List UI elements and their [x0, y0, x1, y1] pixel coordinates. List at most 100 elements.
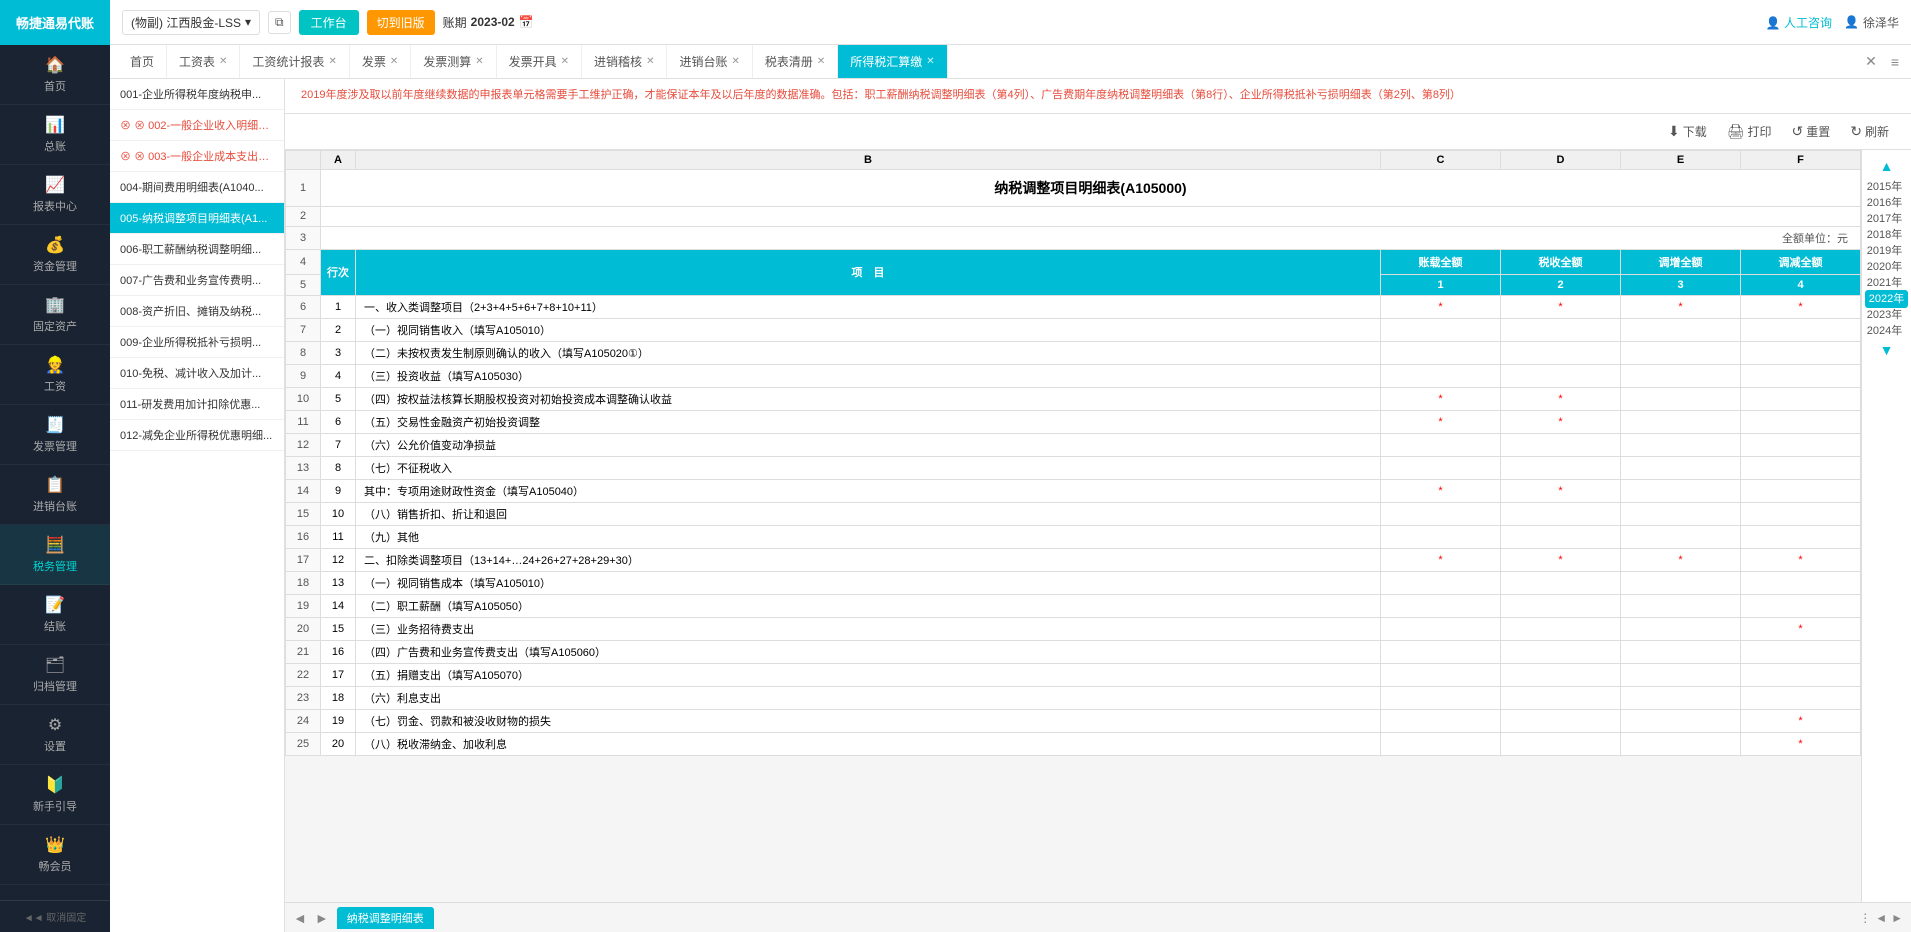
- year-btn-4[interactable]: 2019年: [1865, 242, 1904, 260]
- close-tab-button[interactable]: ✕: [1861, 53, 1881, 70]
- year-btn-8[interactable]: 2023年: [1865, 306, 1904, 324]
- table-row[interactable]: 16 11 （九）其他: [286, 525, 1861, 548]
- tab-invoice-close[interactable]: ✕: [390, 56, 398, 67]
- tab-income-tax-close[interactable]: ✕: [926, 56, 934, 67]
- table-row[interactable]: 21 16 （四）广告费和业务宣传费支出（填写A105060）: [286, 640, 1861, 663]
- sidebar-item-purchase-sales[interactable]: 📋 进销台账: [0, 465, 110, 525]
- sheet-nav-right[interactable]: ►: [315, 910, 329, 926]
- tab-check-close[interactable]: ✕: [646, 56, 654, 67]
- sidebar-item-settings[interactable]: ⚙ 设置: [0, 705, 110, 765]
- scroll-right[interactable]: ►: [1891, 911, 1903, 925]
- sidebar-item-finance[interactable]: 💰 资金管理: [0, 225, 110, 285]
- support-link[interactable]: 👤 人工咨询: [1766, 14, 1832, 31]
- tab-income-tax[interactable]: 所得税汇算缴 ✕: [838, 45, 947, 78]
- reset-button[interactable]: ↺ 重置: [1786, 120, 1837, 143]
- year-down-button[interactable]: ▼: [1880, 342, 1894, 358]
- table-row[interactable]: 6 1 一、收入类调整项目（2+3+4+5+6+7+8+10+11） * * *…: [286, 295, 1861, 318]
- scroll-left[interactable]: ◄: [1875, 911, 1887, 925]
- sidebar-item-assets[interactable]: 🏢 固定资产: [0, 285, 110, 345]
- sidebar-item-closing[interactable]: 📝 结账: [0, 585, 110, 645]
- left-panel-item-9[interactable]: 010-免税、减计收入及加计...: [110, 358, 284, 389]
- table-row[interactable]: 10 5 （四）按权益法核算长期股权投资对初始投资成本调整确认收益 * *: [286, 387, 1861, 410]
- left-panel-item-11[interactable]: 012-减免企业所得税优惠明细...: [110, 420, 284, 451]
- table-row[interactable]: 13 8 （七）不征税收入: [286, 456, 1861, 479]
- table-row[interactable]: 9 4 （三）投资收益（填写A105030）: [286, 364, 1861, 387]
- year-btn-9[interactable]: 2024年: [1865, 322, 1904, 340]
- refresh-button[interactable]: ↻ 刷新: [1844, 120, 1895, 143]
- warning-bar: 2019年度涉及取以前年度继续数据的申报表单元格需要手工维护正确，才能保证本年及…: [285, 79, 1911, 114]
- sheet-main[interactable]: A B C D E F 1 纳税调整项目明细表(A105000)23 全额单位：…: [285, 150, 1861, 902]
- left-panel-item-4[interactable]: 005-纳税调整项目明细表(A1...: [110, 203, 284, 234]
- sheet-container: A B C D E F 1 纳税调整项目明细表(A105000)23 全额单位：…: [285, 150, 1911, 902]
- left-panel-item-6[interactable]: 007-广告费和业务宣传费明...: [110, 265, 284, 296]
- year-up-button[interactable]: ▲: [1880, 158, 1894, 174]
- tab-invoice-open[interactable]: 发票开具 ✕: [497, 45, 582, 78]
- year-btn-7[interactable]: 2022年: [1865, 290, 1908, 308]
- tab-check[interactable]: 进销稽核 ✕: [582, 45, 667, 78]
- tab-invoice-open-close[interactable]: ✕: [561, 56, 569, 67]
- sidebar-item-archive[interactable]: 🗂 归档管理: [0, 645, 110, 705]
- tab-home[interactable]: 首页: [118, 45, 167, 78]
- left-panel-item-2[interactable]: ⊗ 003-一般企业成本支出明细...: [110, 141, 284, 172]
- sidebar-item-salary[interactable]: 👷 工资: [0, 345, 110, 405]
- table-row[interactable]: 24 19 （七）罚金、罚款和被没收财物的损失 *: [286, 709, 1861, 732]
- left-panel-item-5[interactable]: 006-职工薪酬纳税调整明细...: [110, 234, 284, 265]
- table-row[interactable]: 14 9 其中：专项用途财政性资金（填写A105040） * *: [286, 479, 1861, 502]
- sidebar-item-home[interactable]: 🏠 首页: [0, 45, 110, 105]
- tab-tax-table-close[interactable]: ✕: [817, 56, 825, 67]
- sidebar-item-invoice[interactable]: 🧾 发票管理: [0, 405, 110, 465]
- year-btn-6[interactable]: 2021年: [1865, 274, 1904, 292]
- year-btn-1[interactable]: 2016年: [1865, 194, 1904, 212]
- table-row[interactable]: 11 6 （五）交易性金融资产初始投资调整 * *: [286, 410, 1861, 433]
- left-panel-item-8[interactable]: 009-企业所得税抵补亏损明...: [110, 327, 284, 358]
- period-calendar-icon[interactable]: 📅: [519, 15, 534, 29]
- sheet-scroll-area: ⋮ ◄ ►: [1859, 911, 1903, 925]
- table-row[interactable]: 23 18 （六）利息支出: [286, 686, 1861, 709]
- unpin-button[interactable]: ◄◄ 取消固定: [0, 900, 110, 932]
- year-btn-2[interactable]: 2017年: [1865, 210, 1904, 228]
- year-btn-5[interactable]: 2020年: [1865, 258, 1904, 276]
- switch-button[interactable]: 切到旧版: [367, 10, 435, 35]
- workbench-button[interactable]: 工作台: [299, 10, 359, 35]
- table-row[interactable]: 22 17 （五）捐赠支出（填写A105070）: [286, 663, 1861, 686]
- table-row[interactable]: 15 10 （八）销售折扣、折让和退回: [286, 502, 1861, 525]
- sidebar-item-tax[interactable]: 🧮 税务管理: [0, 525, 110, 585]
- sidebar-item-vip[interactable]: 👑 畅会员: [0, 825, 110, 885]
- left-panel-item-10[interactable]: 011-研发费用加计扣除优惠...: [110, 389, 284, 420]
- left-panel-item-0[interactable]: 001-企业所得税年度纳税申...: [110, 79, 284, 110]
- table-row[interactable]: 25 20 （八）税收滞纳金、加收利息 *: [286, 732, 1861, 755]
- sidebar-item-ledger[interactable]: 📊 总账: [0, 105, 110, 165]
- tab-ledger[interactable]: 进销台账 ✕: [667, 45, 752, 78]
- tab-ledger-close[interactable]: ✕: [731, 56, 739, 67]
- tab-tax-table[interactable]: 税表清册 ✕: [753, 45, 838, 78]
- table-row[interactable]: 17 12 二、扣除类调整项目（13+14+…24+26+27+28+29+30…: [286, 548, 1861, 571]
- print-button[interactable]: 🖨 打印: [1721, 120, 1778, 143]
- more-tabs-button[interactable]: ≡: [1887, 54, 1903, 70]
- company-selector[interactable]: (物副) 江西股金-LSS ▾: [122, 10, 260, 35]
- user-menu[interactable]: 👤 徐泽华: [1844, 14, 1899, 31]
- tab-salary[interactable]: 工资表 ✕: [167, 45, 240, 78]
- sidebar-item-reports[interactable]: 📈 报表中心: [0, 165, 110, 225]
- tab-salary-stats[interactable]: 工资统计报表 ✕: [240, 45, 349, 78]
- table-row[interactable]: 8 3 （二）未按权责发生制原则确认的收入（填写A105020①）: [286, 341, 1861, 364]
- table-row[interactable]: 7 2 （一）视同销售收入（填写A105010）: [286, 318, 1861, 341]
- tab-salary-stats-close[interactable]: ✕: [328, 56, 336, 67]
- sheet-tab-main[interactable]: 纳税调整明细表: [337, 907, 434, 929]
- table-row[interactable]: 12 7 （六）公允价值变动净损益: [286, 433, 1861, 456]
- table-row[interactable]: 18 13 （一）视同销售成本（填写A105010）: [286, 571, 1861, 594]
- download-button[interactable]: ⬇ 下载: [1662, 120, 1713, 143]
- year-btn-3[interactable]: 2018年: [1865, 226, 1904, 244]
- tab-invoice[interactable]: 发票 ✕: [350, 45, 411, 78]
- tab-invoice-calc-close[interactable]: ✕: [475, 56, 483, 67]
- left-panel-item-1[interactable]: ⊗ 002-一般企业收入明细表(A1...: [110, 110, 284, 141]
- table-row[interactable]: 19 14 （二）职工薪酬（填写A105050）: [286, 594, 1861, 617]
- tab-invoice-calc[interactable]: 发票测算 ✕: [411, 45, 496, 78]
- copy-button[interactable]: ⧉: [268, 11, 291, 34]
- sheet-nav-left[interactable]: ◄: [293, 910, 307, 926]
- tab-salary-close[interactable]: ✕: [219, 56, 227, 67]
- table-row[interactable]: 20 15 （三）业务招待费支出 *: [286, 617, 1861, 640]
- year-btn-0[interactable]: 2015年: [1865, 178, 1904, 196]
- sidebar-item-guide[interactable]: 🔰 新手引导: [0, 765, 110, 825]
- left-panel-item-3[interactable]: 004-期间费用明细表(A1040...: [110, 172, 284, 203]
- left-panel-item-7[interactable]: 008-资产折旧、摊销及纳税...: [110, 296, 284, 327]
